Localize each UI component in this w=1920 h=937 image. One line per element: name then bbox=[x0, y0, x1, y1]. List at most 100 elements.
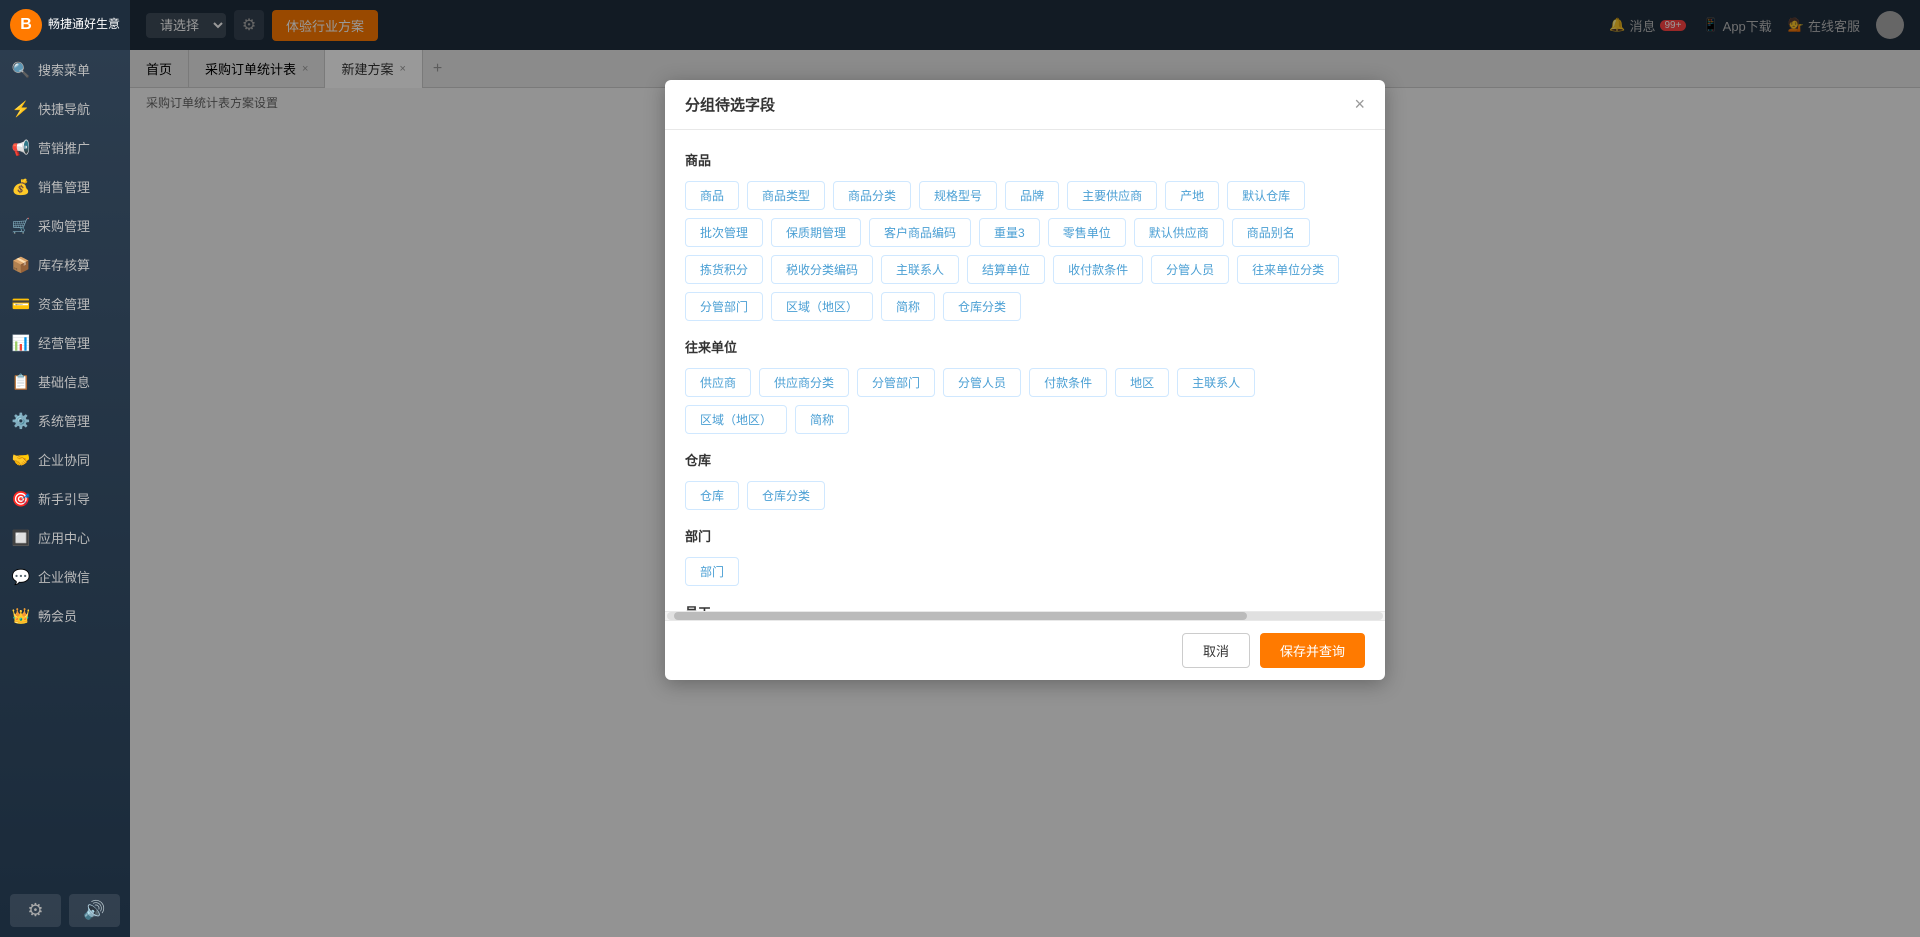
modal-dialog: 分组待选字段 × 商品商品商品类型商品分类规格型号品牌主要供应商产地默认仓库批次… bbox=[665, 80, 1385, 680]
field-tag[interactable]: 商品 bbox=[685, 181, 739, 210]
field-tag[interactable]: 零售单位 bbox=[1048, 218, 1126, 247]
sidebar-bottom: ⚙ 🔊 bbox=[0, 884, 130, 937]
sidebar-item-marketing[interactable]: 📢 营销推广 bbox=[0, 128, 130, 167]
sales-icon: 💰 bbox=[12, 178, 30, 196]
sidebar-item-label: 采购管理 bbox=[38, 216, 90, 235]
field-tag[interactable]: 品牌 bbox=[1005, 181, 1059, 210]
field-tag[interactable]: 主联系人 bbox=[1177, 368, 1255, 397]
field-tag[interactable]: 规格型号 bbox=[919, 181, 997, 210]
field-tag[interactable]: 付款条件 bbox=[1029, 368, 1107, 397]
sidebar-item-wechat[interactable]: 💬 企业微信 bbox=[0, 557, 130, 596]
section-title-warehouse: 仓库 bbox=[685, 450, 1365, 469]
logo-text: 畅捷通好生意 bbox=[48, 17, 120, 33]
field-tag[interactable]: 简称 bbox=[881, 292, 935, 321]
field-tag[interactable]: 重量3 bbox=[979, 218, 1040, 247]
logo-icon: B bbox=[10, 9, 42, 41]
field-tag[interactable]: 分管部门 bbox=[685, 292, 763, 321]
sidebar-item-label: 库存核算 bbox=[38, 255, 90, 274]
field-tag[interactable]: 产地 bbox=[1165, 181, 1219, 210]
field-tag[interactable]: 分管部门 bbox=[857, 368, 935, 397]
sidebar-item-label: 应用中心 bbox=[38, 528, 90, 547]
sidebar-item-search[interactable]: 🔍 搜索菜单 bbox=[0, 50, 130, 89]
modal-title: 分组待选字段 bbox=[685, 94, 775, 115]
field-tag[interactable]: 商品类型 bbox=[747, 181, 825, 210]
field-tag[interactable]: 主联系人 bbox=[881, 255, 959, 284]
sidebar-logo: B 畅捷通好生意 bbox=[0, 0, 130, 50]
sidebar-item-appcenter[interactable]: 🔲 应用中心 bbox=[0, 518, 130, 557]
basic-icon: 📋 bbox=[12, 373, 30, 391]
field-tag[interactable]: 仓库分类 bbox=[747, 481, 825, 510]
sidebar-item-label: 经营管理 bbox=[38, 333, 90, 352]
field-tag[interactable]: 保质期管理 bbox=[771, 218, 861, 247]
section-title-goods: 商品 bbox=[685, 150, 1365, 169]
sidebar-item-system[interactable]: ⚙️ 系统管理 bbox=[0, 401, 130, 440]
sidebar-item-label: 资金管理 bbox=[38, 294, 90, 313]
audio-button[interactable]: 🔊 bbox=[69, 894, 120, 927]
field-tag[interactable]: 往来单位分类 bbox=[1237, 255, 1339, 284]
sidebar-item-label: 系统管理 bbox=[38, 411, 90, 430]
appcenter-icon: 🔲 bbox=[12, 529, 30, 547]
field-tag[interactable]: 默认仓库 bbox=[1227, 181, 1305, 210]
fields-grid-goods: 商品商品类型商品分类规格型号品牌主要供应商产地默认仓库批次管理保质期管理客户商品… bbox=[685, 181, 1365, 321]
modal-overlay: 分组待选字段 × 商品商品商品类型商品分类规格型号品牌主要供应商产地默认仓库批次… bbox=[130, 0, 1920, 937]
sidebar-item-label: 企业协同 bbox=[38, 450, 90, 469]
sidebar-item-label: 新手引导 bbox=[38, 489, 90, 508]
field-tag[interactable]: 区域（地区） bbox=[771, 292, 873, 321]
sidebar-item-quicknav[interactable]: ⚡ 快捷导航 bbox=[0, 89, 130, 128]
field-tag[interactable]: 商品别名 bbox=[1232, 218, 1310, 247]
modal-body[interactable]: 商品商品商品类型商品分类规格型号品牌主要供应商产地默认仓库批次管理保质期管理客户… bbox=[665, 130, 1385, 611]
field-tag[interactable]: 分管人员 bbox=[943, 368, 1021, 397]
wechat-icon: 💬 bbox=[12, 568, 30, 586]
fields-grid-partner: 供应商供应商分类分管部门分管人员付款条件地区主联系人区域（地区） 简称 bbox=[685, 368, 1365, 434]
purchase-icon: 🛒 bbox=[12, 217, 30, 235]
quicknav-icon: ⚡ bbox=[12, 100, 30, 118]
field-tag[interactable]: 主要供应商 bbox=[1067, 181, 1157, 210]
field-tag[interactable]: 部门 bbox=[685, 557, 739, 586]
field-tag[interactable]: 批次管理 bbox=[685, 218, 763, 247]
sidebar-nav: 🔍 搜索菜单 ⚡ 快捷导航 📢 营销推广 💰 销售管理 🛒 采购管理 📦 库存核… bbox=[0, 50, 130, 884]
sidebar-item-operations[interactable]: 📊 经营管理 bbox=[0, 323, 130, 362]
member-icon: 👑 bbox=[12, 607, 30, 625]
sidebar-item-basic[interactable]: 📋 基础信息 bbox=[0, 362, 130, 401]
sidebar-item-member[interactable]: 👑 畅会员 bbox=[0, 596, 130, 635]
field-tag[interactable]: 供应商分类 bbox=[759, 368, 849, 397]
sidebar-item-purchase[interactable]: 🛒 采购管理 bbox=[0, 206, 130, 245]
sidebar-item-label: 销售管理 bbox=[38, 177, 90, 196]
field-tag[interactable]: 仓库分类 bbox=[943, 292, 1021, 321]
search-icon: 🔍 bbox=[12, 61, 30, 79]
guide-icon: 🎯 bbox=[12, 490, 30, 508]
save-button[interactable]: 保存并查询 bbox=[1260, 633, 1365, 668]
field-tag[interactable]: 分管人员 bbox=[1151, 255, 1229, 284]
sidebar-item-inventory[interactable]: 📦 库存核算 bbox=[0, 245, 130, 284]
finance-icon: 💳 bbox=[12, 295, 30, 313]
section-title-department: 部门 bbox=[685, 526, 1365, 545]
field-tag[interactable]: 简称 bbox=[795, 405, 849, 434]
field-tag[interactable]: 商品分类 bbox=[833, 181, 911, 210]
field-tag[interactable]: 供应商 bbox=[685, 368, 751, 397]
modal-close-button[interactable]: × bbox=[1354, 94, 1365, 115]
sidebar-item-guide[interactable]: 🎯 新手引导 bbox=[0, 479, 130, 518]
field-tag[interactable]: 默认供应商 bbox=[1134, 218, 1224, 247]
field-tag[interactable]: 区域（地区） bbox=[685, 405, 787, 434]
field-tag[interactable]: 收付款条件 bbox=[1053, 255, 1143, 284]
fields-grid-department: 部门 bbox=[685, 557, 1365, 586]
inventory-icon: 📦 bbox=[12, 256, 30, 274]
sidebar: B 畅捷通好生意 🔍 搜索菜单 ⚡ 快捷导航 📢 营销推广 💰 销售管理 🛒 采… bbox=[0, 0, 130, 937]
field-tag[interactable]: 地区 bbox=[1115, 368, 1169, 397]
sidebar-item-finance[interactable]: 💳 资金管理 bbox=[0, 284, 130, 323]
modal-hscrollbar[interactable] bbox=[665, 611, 1385, 620]
field-tag[interactable]: 税收分类编码 bbox=[771, 255, 873, 284]
sidebar-item-collab[interactable]: 🤝 企业协同 bbox=[0, 440, 130, 479]
settings-button[interactable]: ⚙ bbox=[10, 894, 61, 927]
sidebar-item-sales[interactable]: 💰 销售管理 bbox=[0, 167, 130, 206]
sidebar-item-label: 畅会员 bbox=[38, 606, 77, 625]
modal-header: 分组待选字段 × bbox=[665, 80, 1385, 130]
field-tag[interactable]: 结算单位 bbox=[967, 255, 1045, 284]
system-icon: ⚙️ bbox=[12, 412, 30, 430]
field-tag[interactable]: 拣货积分 bbox=[685, 255, 763, 284]
field-tag[interactable]: 仓库 bbox=[685, 481, 739, 510]
cancel-button[interactable]: 取消 bbox=[1182, 633, 1250, 668]
field-tag[interactable]: 客户商品编码 bbox=[869, 218, 971, 247]
collab-icon: 🤝 bbox=[12, 451, 30, 469]
sidebar-item-label: 搜索菜单 bbox=[38, 60, 90, 79]
